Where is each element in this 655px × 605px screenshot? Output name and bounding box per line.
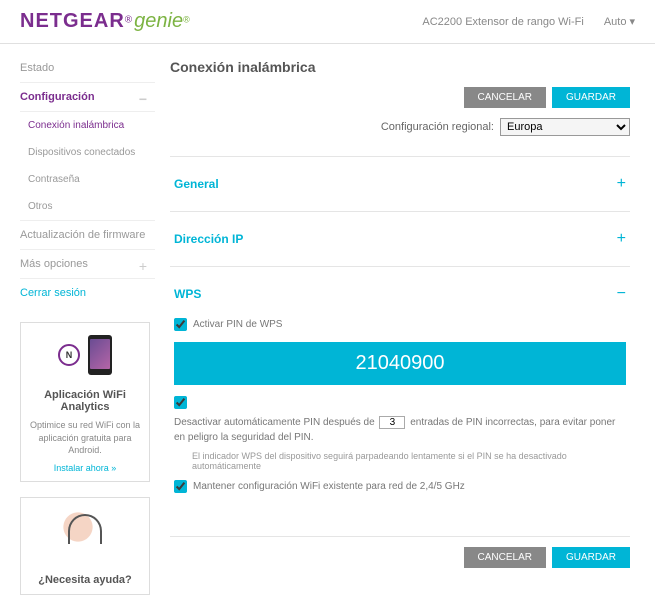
save-button[interactable]: GUARDAR — [552, 87, 630, 108]
promo-support: ¿Necesita ayuda? — [20, 497, 150, 595]
promo-desc: Optimice su red WiFi con la aplicación g… — [29, 419, 141, 457]
page-title: Conexión inalámbrica — [170, 59, 630, 75]
chevron-down-icon: ▾ — [629, 15, 635, 28]
divider — [170, 536, 630, 537]
region-select[interactable]: Europa — [500, 118, 630, 136]
cancel-button-bottom[interactable]: CANCELAR — [464, 547, 546, 568]
language-dropdown[interactable]: Auto ▾ — [604, 15, 635, 28]
support-agent-image — [50, 506, 120, 566]
enable-wps-pin-checkbox[interactable] — [174, 318, 187, 331]
auto-disable-pin-checkbox[interactable] — [174, 396, 187, 409]
sidebar-item-password[interactable]: Contraseña — [20, 166, 155, 193]
sidebar-item-wireless[interactable]: Conexión inalámbrica — [20, 112, 155, 139]
device-name: AC2200 Extensor de rango Wi-Fi — [422, 16, 583, 28]
plus-icon: + — [617, 230, 626, 248]
brand-name: NETGEAR — [20, 10, 125, 32]
sidebar-item-status[interactable]: Estado — [20, 54, 155, 83]
brand-sub: genie — [134, 10, 183, 32]
header: NETGEAR®genie® AC2200 Extensor de rango … — [0, 0, 655, 44]
sidebar-item-logout[interactable]: Cerrar sesión — [20, 279, 155, 307]
promo-support-title: ¿Necesita ayuda? — [29, 574, 141, 586]
sidebar: Estado Configuración − Conexión inalámbr… — [0, 44, 155, 605]
sidebar-item-devices[interactable]: Dispositivos conectados — [20, 139, 155, 166]
section-wps-header[interactable]: WPS − — [174, 285, 626, 303]
logo: NETGEAR®genie® — [20, 10, 190, 33]
sidebar-item-more[interactable]: Más opciones + — [20, 250, 155, 279]
promo-title: Aplicación WiFi Analytics — [29, 389, 141, 413]
plus-icon: + — [617, 175, 626, 193]
cancel-button[interactable]: CANCELAR — [464, 87, 546, 108]
region-label: Configuración regional: — [381, 121, 494, 133]
promo-wifi-analytics: N Aplicación WiFi Analytics Optimice su … — [20, 322, 150, 482]
collapse-icon: − — [139, 91, 147, 107]
save-button-bottom[interactable]: GUARDAR — [552, 547, 630, 568]
pin-attempts-input[interactable] — [379, 416, 405, 429]
section-wps: WPS − Activar PIN de WPS 21040900 Desact… — [170, 266, 630, 518]
main-content: Conexión inalámbrica CANCELAR GUARDAR Co… — [155, 44, 655, 605]
section-ip-header[interactable]: Dirección IP + — [174, 230, 626, 248]
section-ip: Dirección IP + — [170, 211, 630, 266]
netgear-badge-icon: N — [58, 344, 80, 366]
promo-install-link[interactable]: Instalar ahora » — [29, 463, 141, 473]
sidebar-item-others[interactable]: Otros — [20, 193, 155, 221]
enable-wps-pin-label: Activar PIN de WPS — [193, 317, 282, 332]
expand-icon: + — [139, 258, 147, 274]
section-general-header[interactable]: General + — [174, 175, 626, 193]
phone-icon — [88, 335, 112, 375]
sidebar-item-config[interactable]: Configuración − — [20, 83, 155, 112]
keep-wifi-settings-label: Mantener configuración WiFi existente pa… — [193, 479, 465, 494]
keep-wifi-settings-checkbox[interactable] — [174, 480, 187, 493]
sidebar-item-firmware[interactable]: Actualización de firmware — [20, 221, 155, 250]
minus-icon: − — [617, 285, 626, 303]
wps-pin-display: 21040900 — [174, 342, 626, 385]
section-general: General + — [170, 156, 630, 211]
wps-hint: El indicador WPS del dispositivo seguirá… — [192, 451, 626, 471]
